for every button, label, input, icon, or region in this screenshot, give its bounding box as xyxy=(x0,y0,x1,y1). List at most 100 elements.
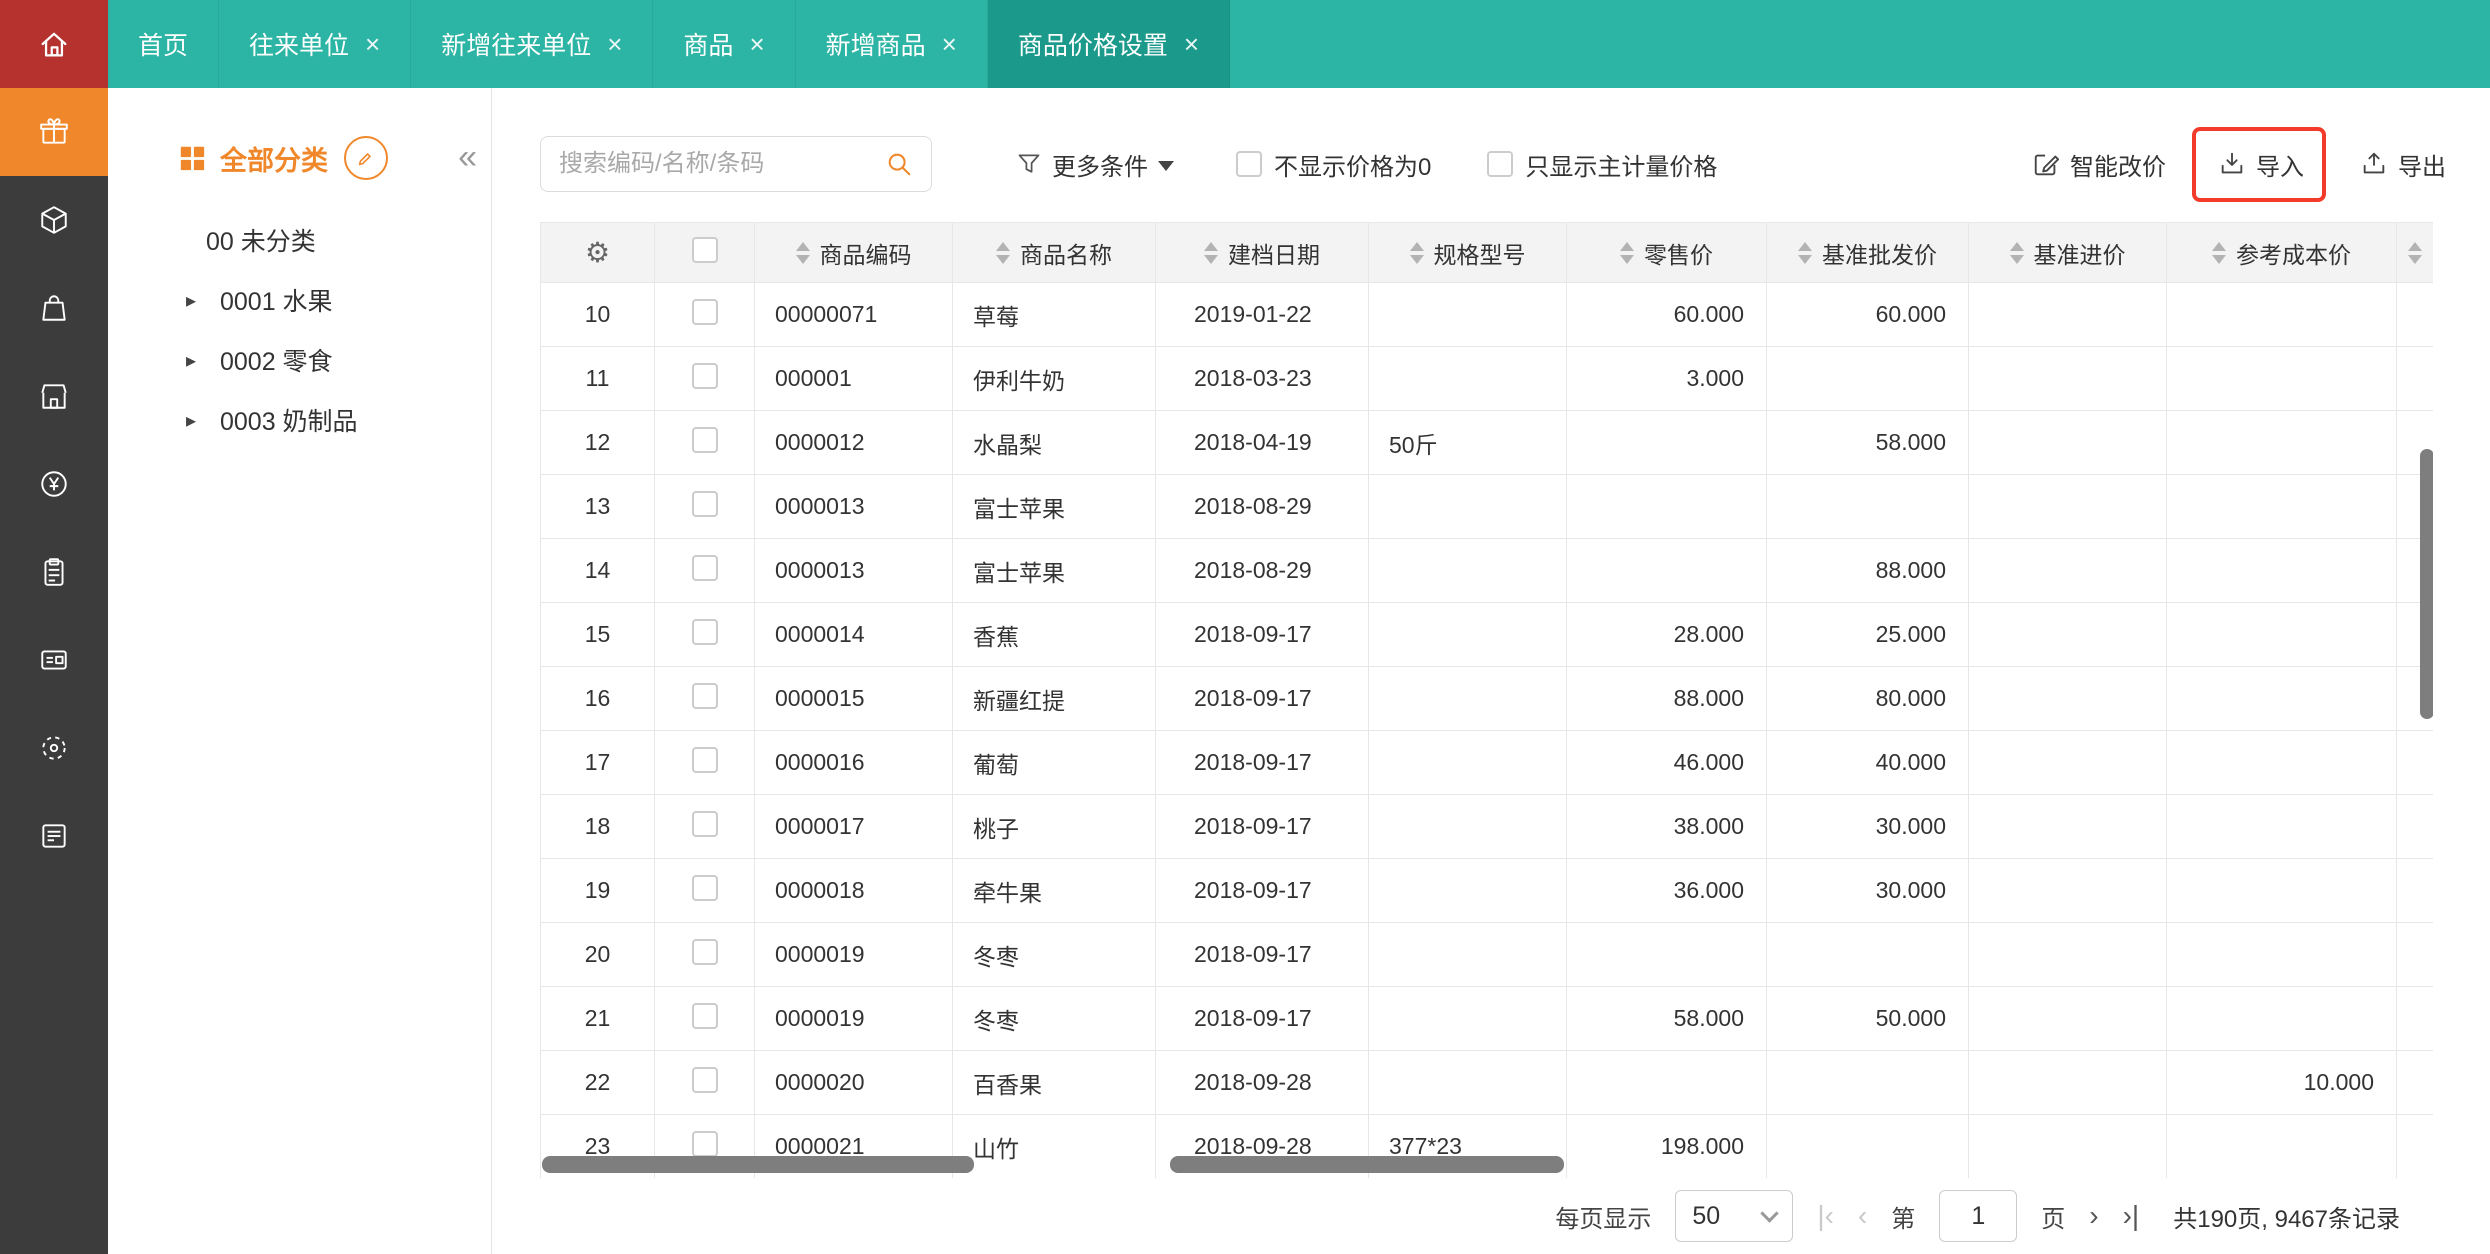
sort-icon[interactable] xyxy=(1798,241,1812,264)
row-checkbox-cell xyxy=(654,346,755,411)
sidebar-item-integrations[interactable] xyxy=(0,704,108,792)
category-item-fruit[interactable]: ▸ 0001 水果 xyxy=(108,270,491,330)
collapse-panel-button[interactable]: « xyxy=(458,140,477,174)
tab-price-settings[interactable]: 商品价格设置 × xyxy=(987,0,1231,88)
cell-purchase xyxy=(1968,410,2167,475)
column-header-name[interactable]: 商品名称 xyxy=(952,222,1156,283)
column-header-cost[interactable]: 参考成本价 xyxy=(2166,222,2397,283)
sidebar-item-goods[interactable] xyxy=(0,88,108,176)
per-page-select[interactable]: 50 xyxy=(1675,1190,1794,1242)
more-filters-button[interactable]: 更多条件 xyxy=(1016,147,1174,182)
tab-label: 往来单位 xyxy=(249,32,350,60)
row-checkbox[interactable] xyxy=(691,938,718,965)
row-checkbox[interactable] xyxy=(691,746,718,773)
row-checkbox-cell xyxy=(654,602,755,667)
first-page-button[interactable]: |‹ xyxy=(1817,1202,1834,1230)
tabs-nav: 首页 往来单位 × 新增往来单位 × 商品 × 新增商品 × 商品价格设置 × xyxy=(108,0,2490,88)
tab-new-contact[interactable]: 新增往来单位 × xyxy=(411,0,654,88)
sort-icon[interactable] xyxy=(2009,241,2024,264)
cell-date: 2018-09-17 xyxy=(1155,922,1369,987)
tab-close-icon[interactable]: × xyxy=(365,31,380,57)
chevron-down-icon xyxy=(1158,161,1174,171)
more-filters-label: 更多条件 xyxy=(1052,153,1148,181)
tab-close-icon[interactable]: × xyxy=(607,31,622,57)
sort-icon[interactable] xyxy=(795,241,810,264)
vertical-scrollbar-thumb[interactable] xyxy=(2420,449,2433,719)
import-button[interactable]: 导入 xyxy=(2218,147,2304,182)
column-header-retail[interactable]: 零售价 xyxy=(1566,222,1767,283)
top-tab-bar: 首页 往来单位 × 新增往来单位 × 商品 × 新增商品 × 商品价格设置 × xyxy=(0,0,2490,88)
row-checkbox[interactable] xyxy=(691,1066,718,1093)
prev-page-button[interactable]: ‹ xyxy=(1858,1202,1867,1230)
category-item-dairy[interactable]: ▸ 0003 奶制品 xyxy=(108,390,491,450)
sort-icon[interactable] xyxy=(1620,241,1634,264)
cell-clipped xyxy=(2396,922,2433,987)
row-checkbox[interactable] xyxy=(691,490,718,517)
row-checkbox[interactable] xyxy=(691,426,718,453)
cell-wholesale xyxy=(1766,1114,1969,1178)
sidebar-item-purchase[interactable] xyxy=(0,264,108,352)
sidebar-item-accounts[interactable] xyxy=(0,616,108,704)
cell-clipped xyxy=(2396,1050,2433,1115)
row-checkbox[interactable] xyxy=(691,810,718,837)
main-unit-checkbox[interactable]: 只显示主计量价格 xyxy=(1487,147,1717,182)
sort-icon[interactable] xyxy=(996,241,1010,264)
gear-icon[interactable]: ⚙ xyxy=(585,237,610,268)
column-header-purchase[interactable]: 基准进价 xyxy=(1968,222,2167,283)
search-input[interactable] xyxy=(559,150,885,178)
tab-close-icon[interactable]: × xyxy=(942,31,957,57)
sort-icon[interactable] xyxy=(1409,241,1424,264)
horizontal-scrollbar-thumb-right[interactable] xyxy=(1170,1156,1564,1173)
column-header-spec[interactable]: 规格型号 xyxy=(1368,222,1567,283)
row-checkbox[interactable] xyxy=(691,618,718,645)
sort-icon[interactable] xyxy=(2212,241,2226,264)
horizontal-scrollbar-thumb-left[interactable] xyxy=(542,1156,974,1173)
expand-triangle-icon[interactable]: ▸ xyxy=(186,408,196,433)
row-checkbox[interactable] xyxy=(691,298,718,325)
row-checkbox[interactable] xyxy=(691,682,718,709)
row-checkbox[interactable] xyxy=(691,1002,718,1029)
select-all-checkbox[interactable] xyxy=(691,236,718,263)
search-icon[interactable] xyxy=(885,150,913,178)
column-header-wholesale[interactable]: 基准批发价 xyxy=(1766,222,1969,283)
cell-clipped xyxy=(2396,346,2433,411)
export-button[interactable]: 导出 xyxy=(2360,147,2446,182)
cell-purchase xyxy=(1968,794,2167,859)
category-item-snacks[interactable]: ▸ 0002 零食 xyxy=(108,330,491,390)
expand-triangle-icon[interactable]: ▸ xyxy=(186,288,196,313)
row-checkbox[interactable] xyxy=(691,1130,718,1157)
last-page-button[interactable]: ›| xyxy=(2123,1202,2140,1230)
page-suffix-label: 页 xyxy=(2041,1205,2066,1233)
row-checkbox[interactable] xyxy=(691,362,718,389)
cell-clipped xyxy=(2396,282,2433,347)
tab-new-goods[interactable]: 新增商品 × xyxy=(796,0,988,88)
tab-close-icon[interactable]: × xyxy=(749,31,764,57)
next-page-button[interactable]: › xyxy=(2089,1202,2098,1230)
home-button[interactable] xyxy=(0,0,108,88)
category-item-uncategorized[interactable]: 00 未分类 xyxy=(108,210,491,270)
edit-categories-button[interactable] xyxy=(344,136,388,180)
cell-spec xyxy=(1368,282,1567,347)
column-header-code[interactable]: 商品编码 xyxy=(754,222,953,283)
tab-close-icon[interactable]: × xyxy=(1184,31,1199,57)
cell-date: 2018-08-29 xyxy=(1155,538,1369,603)
column-settings-header[interactable]: ⚙ xyxy=(540,222,655,283)
tab-contacts[interactable]: 往来单位 × xyxy=(219,0,412,88)
row-checkbox[interactable] xyxy=(691,874,718,901)
sidebar-item-finance[interactable] xyxy=(0,440,108,528)
tab-goods[interactable]: 商品 × xyxy=(653,0,796,88)
sidebar-item-store[interactable] xyxy=(0,352,108,440)
expand-triangle-icon[interactable]: ▸ xyxy=(186,348,196,373)
sidebar-item-news[interactable] xyxy=(0,792,108,880)
sort-icon[interactable] xyxy=(1204,241,1218,264)
hide-zero-checkbox[interactable]: 不显示价格为0 xyxy=(1236,147,1431,182)
smart-reprice-button[interactable]: 智能改价 xyxy=(2032,147,2166,182)
sidebar-item-inventory[interactable] xyxy=(0,176,108,264)
tab-home[interactable]: 首页 xyxy=(108,0,220,88)
column-header-date[interactable]: 建档日期 xyxy=(1155,222,1369,283)
sidebar-item-reports[interactable] xyxy=(0,528,108,616)
column-header-clipped[interactable] xyxy=(2396,222,2433,283)
page-number-input[interactable] xyxy=(1939,1190,2018,1242)
row-checkbox[interactable] xyxy=(691,554,718,581)
sort-icon[interactable] xyxy=(2408,241,2422,264)
